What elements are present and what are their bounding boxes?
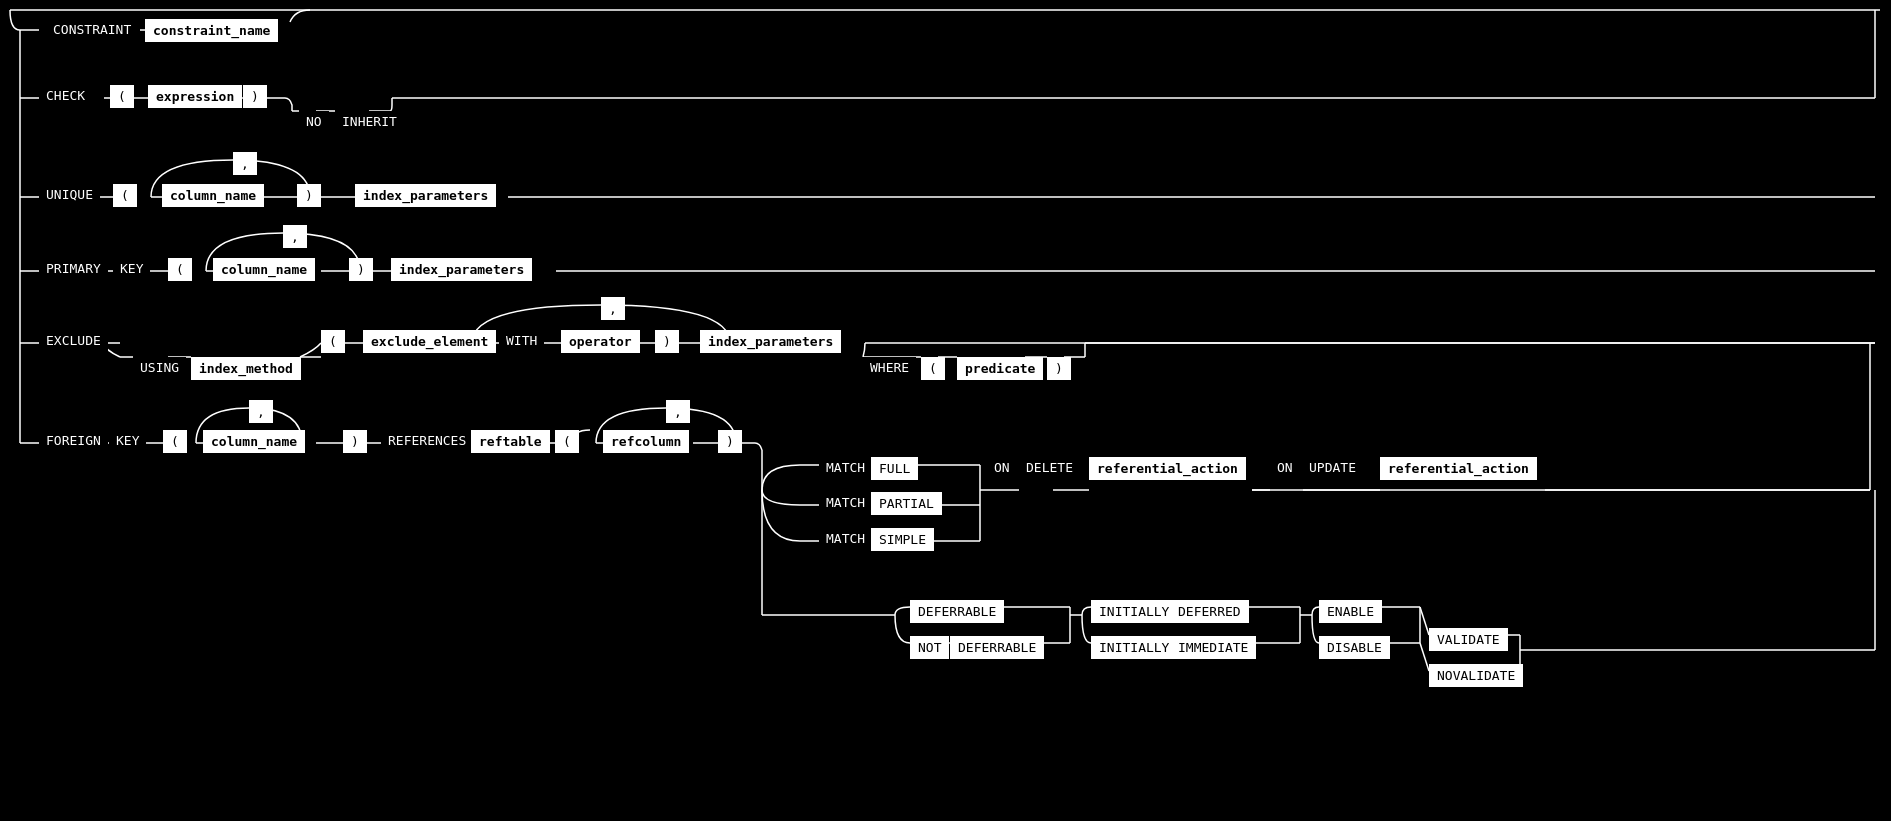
where-node: WHERE [863, 357, 916, 378]
comma5-node: , [249, 400, 273, 423]
deferrable-node: DEFERRABLE [910, 600, 1004, 623]
rparen5-node: ) [1047, 357, 1071, 380]
on-delete-node: ON [987, 457, 1017, 478]
deferred-node: DEFERRED [1170, 600, 1249, 623]
rparen4-node: ) [655, 330, 679, 353]
exclude-node: EXCLUDE [39, 330, 108, 351]
constraint-node: CONSTRAINT [46, 19, 138, 40]
delete-node: DELETE [1019, 457, 1080, 478]
comma4-node: , [666, 400, 690, 423]
rparen6-node: ) [343, 430, 367, 453]
referential-action1-node: referential_action [1089, 457, 1246, 480]
partial-node: PARTIAL [871, 492, 942, 515]
lparen6-node: ( [163, 430, 187, 453]
svg-line-98 [1420, 607, 1429, 635]
using-node: USING [133, 357, 186, 378]
referential-action2-node: referential_action [1380, 457, 1537, 480]
validate-node: VALIDATE [1429, 628, 1508, 651]
on-update-node: ON [1270, 457, 1300, 478]
column-name3-node: column_name [203, 430, 305, 453]
rparen7-node: ) [718, 430, 742, 453]
predicate-node: predicate [957, 357, 1043, 380]
simple-node: SIMPLE [871, 528, 934, 551]
novalidate-node: NOVALIDATE [1429, 664, 1523, 687]
diagram: CONSTRAINT constraint_name CHECK ( expressio… [0, 0, 1891, 821]
comma2-node: , [283, 225, 307, 248]
index-parameters3-node: index_parameters [700, 330, 841, 353]
index-method-node: index_method [191, 357, 301, 380]
constraint-name-node: constraint_name [145, 19, 278, 42]
update-node: UPDATE [1302, 457, 1363, 478]
match2-node: MATCH [819, 492, 872, 513]
lparen4-node: ( [321, 330, 345, 353]
rparen2-node: ) [297, 184, 321, 207]
refcolumn-node: refcolumn [603, 430, 689, 453]
rparen3-node: ) [349, 258, 373, 281]
comma1-node: , [233, 152, 257, 175]
match-node: MATCH [819, 457, 872, 478]
lparen2-node: ( [113, 184, 137, 207]
reftable-node: reftable [471, 430, 550, 453]
lparen7-node: ( [555, 430, 579, 453]
initially2-node: INITIALLY [1091, 636, 1177, 659]
exclude-element-node: exclude_element [363, 330, 496, 353]
deferrable2-node: DEFERRABLE [950, 636, 1044, 659]
expression-node: expression [148, 85, 242, 108]
unique-node: UNIQUE [39, 184, 100, 205]
primary-node: PRIMARY [39, 258, 108, 279]
svg-line-99 [1420, 643, 1429, 671]
inherit-node: INHERIT [335, 111, 404, 132]
check-node: CHECK [39, 85, 92, 106]
with-node: WITH [499, 330, 544, 351]
not-node: NOT [910, 636, 949, 659]
enable-node: ENABLE [1319, 600, 1382, 623]
references-node: REFERENCES [381, 430, 473, 451]
full-node: FULL [871, 457, 918, 480]
initially1-node: INITIALLY [1091, 600, 1177, 623]
index-parameters2-node: index_parameters [391, 258, 532, 281]
foreign-node: FOREIGN [39, 430, 108, 451]
lparen3-node: ( [168, 258, 192, 281]
index-parameters1-node: index_parameters [355, 184, 496, 207]
rparen1-node: ) [243, 85, 267, 108]
match3-node: MATCH [819, 528, 872, 549]
key1-node: KEY [113, 258, 150, 279]
no-node: NO [299, 111, 329, 132]
lparen1-node: ( [110, 85, 134, 108]
key2-node: KEY [109, 430, 146, 451]
disable-node: DISABLE [1319, 636, 1390, 659]
immediate-node: IMMEDIATE [1170, 636, 1256, 659]
lparen5-node: ( [921, 357, 945, 380]
comma3-node: , [601, 297, 625, 320]
column-name1-node: column_name [162, 184, 264, 207]
column-name2-node: column_name [213, 258, 315, 281]
operator-node: operator [561, 330, 640, 353]
